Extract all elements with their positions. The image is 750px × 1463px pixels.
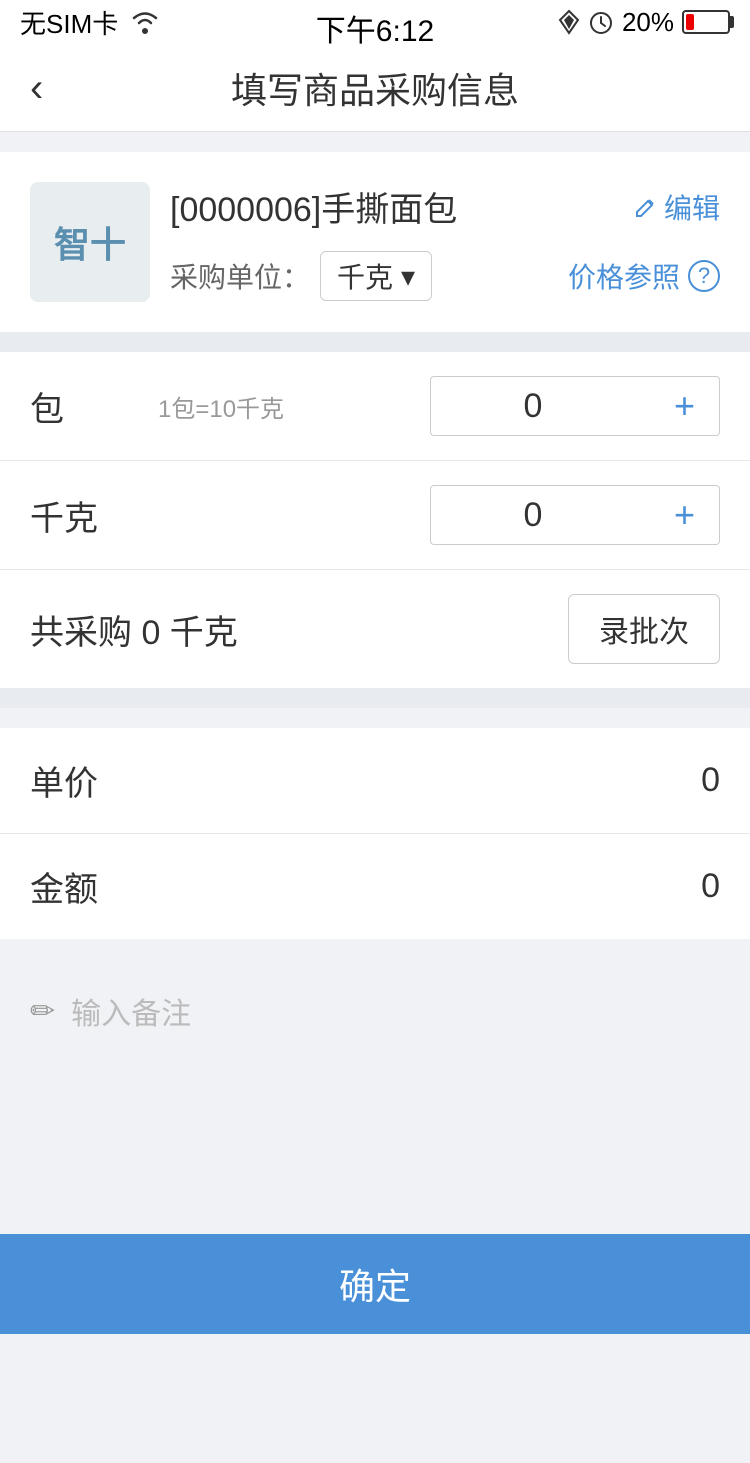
status-left: 无SIM卡: [20, 4, 162, 41]
product-name: [0000006]手撕面包: [170, 182, 457, 231]
section-divider-1: [0, 332, 750, 352]
alarm-icon: [588, 9, 614, 35]
page-title: 填写商品采购信息: [231, 62, 519, 114]
product-info: [0000006]手撕面包 编辑 采购单位： 千克 ▾ 价格参照 ?: [170, 182, 720, 301]
battery-percent: 20%: [622, 7, 674, 38]
bag-input-right: +: [430, 376, 720, 436]
confirm-button[interactable]: 确定: [0, 1234, 750, 1334]
unit-label: 采购单位：: [170, 256, 310, 296]
kg-label: 千克: [30, 491, 150, 540]
notes-section[interactable]: ✏ 输入备注: [0, 959, 750, 1063]
price-ref-label: 价格参照: [568, 256, 680, 296]
summary-row: 共采购 0 千克 录批次: [0, 570, 750, 688]
bag-plus-button[interactable]: +: [650, 376, 720, 436]
product-name-row: [0000006]手撕面包 编辑: [170, 182, 720, 231]
bag-sublabel: 1包=10千克: [158, 389, 284, 424]
battery-fill: [686, 14, 694, 30]
wifi-icon: [128, 9, 162, 35]
location-icon: [558, 9, 580, 35]
edit-label: 编辑: [664, 187, 720, 227]
unit-label-area: 采购单位： 千克 ▾: [170, 251, 432, 301]
status-bar: 无SIM卡 下午6:12 20%: [0, 0, 750, 44]
nav-bar: ‹ 填写商品采购信息: [0, 44, 750, 132]
edit-icon: [634, 195, 658, 219]
record-batch-button[interactable]: 录批次: [568, 594, 720, 664]
product-card: 智十 [0000006]手撕面包 编辑 采购单位： 千克 ▾ 价格参照: [0, 152, 750, 332]
bag-label: 包: [30, 382, 150, 431]
back-button[interactable]: ‹: [30, 68, 43, 108]
kg-plus-button[interactable]: +: [650, 485, 720, 545]
status-right: 20%: [558, 7, 730, 38]
kg-quantity-input[interactable]: [430, 485, 650, 545]
amount-value: 0: [701, 867, 720, 906]
unit-price-value: 0: [701, 761, 720, 800]
pencil-icon: ✏: [30, 994, 55, 1029]
bag-quantity-input[interactable]: [430, 376, 650, 436]
section-divider-2: [0, 688, 750, 708]
bag-input-section: 包 1包=10千克 + 千克 +: [0, 352, 750, 570]
unit-row: 采购单位： 千克 ▾ 价格参照 ?: [170, 251, 720, 301]
dropdown-arrow: ▾: [401, 260, 415, 293]
kg-input-row: 千克 +: [0, 461, 750, 570]
amount-row: 金额 0: [0, 834, 750, 939]
battery-icon: [682, 10, 730, 34]
product-logo: 智十: [54, 216, 126, 268]
unit-value: 千克: [337, 256, 393, 296]
price-section: 单价 0 金额 0: [0, 728, 750, 939]
edit-button[interactable]: 编辑: [634, 187, 720, 227]
unit-price-row: 单价 0: [0, 728, 750, 834]
notes-placeholder: 输入备注: [71, 989, 191, 1033]
unit-select[interactable]: 千克 ▾: [320, 251, 432, 301]
help-icon: ?: [688, 260, 720, 292]
confirm-label: 确定: [339, 1258, 411, 1310]
unit-price-label: 单价: [30, 756, 98, 805]
price-ref-button[interactable]: 价格参照 ?: [568, 256, 720, 296]
kg-input-right: +: [430, 485, 720, 545]
summary-text: 共采购 0 千克: [30, 605, 238, 654]
product-image: 智十: [30, 182, 150, 302]
amount-label: 金额: [30, 862, 98, 911]
carrier-text: 无SIM卡: [20, 4, 118, 41]
bag-input-row: 包 1包=10千克 +: [0, 352, 750, 461]
